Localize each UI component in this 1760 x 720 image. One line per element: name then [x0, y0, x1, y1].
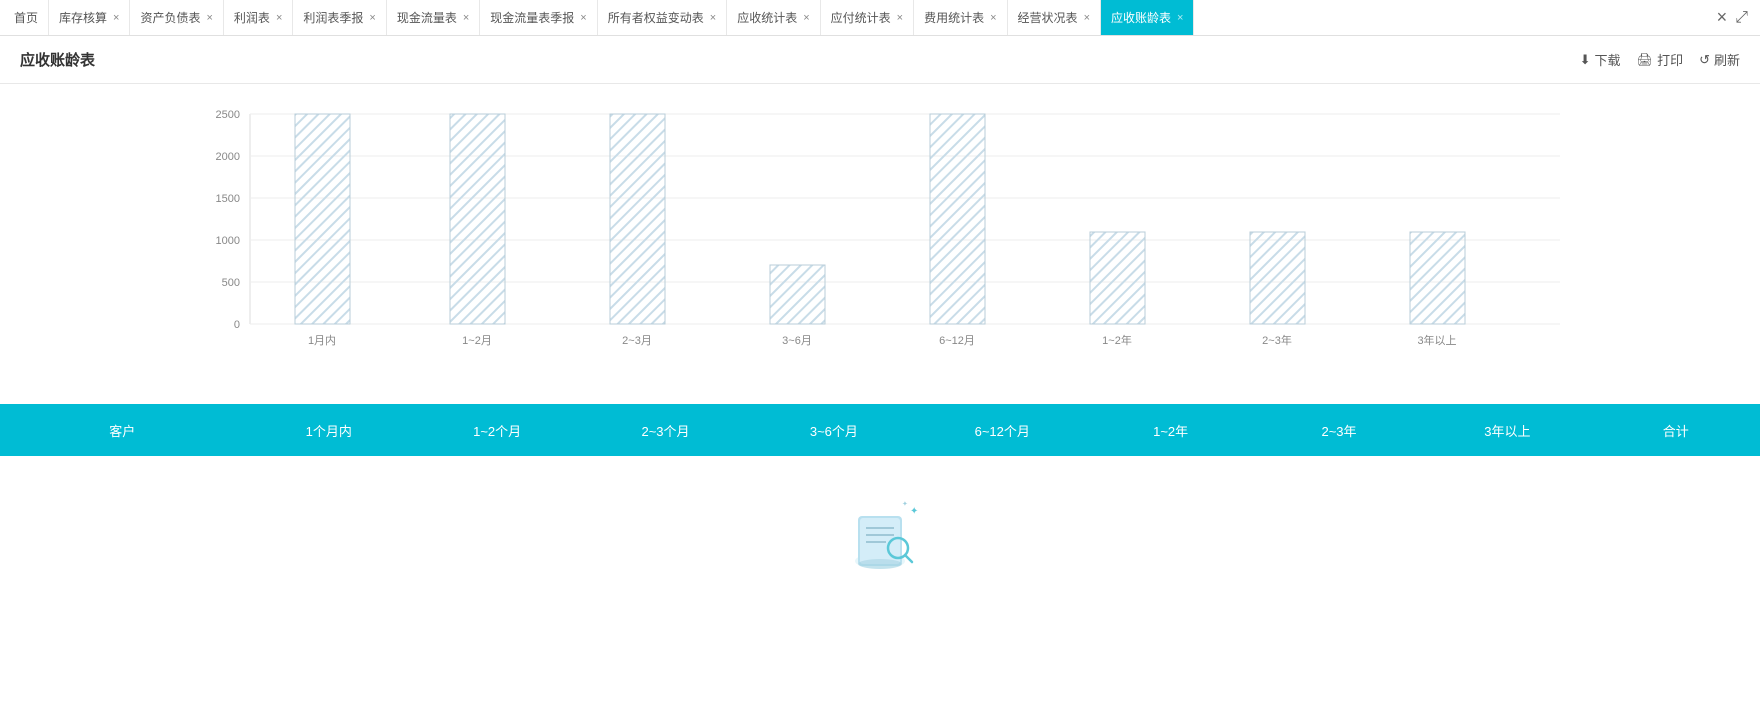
svg-text:0: 0 [234, 319, 240, 331]
svg-text:2~3年: 2~3年 [1262, 333, 1292, 347]
svg-text:1000: 1000 [216, 235, 240, 247]
refresh-button[interactable]: ↺ 刷新 [1699, 50, 1740, 69]
main-content: 0 500 1000 1500 2000 2500 1月内 [0, 84, 1760, 720]
close-tab-profit[interactable]: × [276, 12, 282, 24]
col-1-2m: 1~2个月 [413, 421, 581, 440]
svg-text:1~2月: 1~2月 [462, 335, 492, 347]
tab-home[interactable]: 首页 [4, 0, 49, 36]
header-actions: ⬇ 下载 🖨 打印 ↺ 刷新 [1580, 50, 1740, 69]
svg-text:2~3月: 2~3月 [622, 335, 652, 347]
close-tab-inventory[interactable]: × [113, 12, 119, 24]
download-button[interactable]: ⬇ 下载 [1580, 50, 1621, 69]
close-tab-profit-quarter[interactable]: × [369, 12, 375, 24]
tab-bar: 首页 库存核算 × 资产负债表 × 利润表 × 利润表季报 × 现金流量表 × … [0, 0, 1760, 36]
tab-profit-quarter[interactable]: 利润表季报 × [293, 0, 386, 36]
col-1-2y: 1~2年 [1086, 421, 1254, 440]
window-close-icon[interactable]: × [1717, 7, 1728, 28]
tab-operation[interactable]: 经营状况表 × [1008, 0, 1101, 36]
tab-balance[interactable]: 资产负债表 × [130, 0, 223, 36]
tab-ar-stat[interactable]: 应收统计表 × [727, 0, 820, 36]
page-title: 应收账龄表 [20, 49, 95, 70]
svg-text:6~12月: 6~12月 [939, 335, 975, 347]
svg-text:1500: 1500 [216, 193, 240, 205]
svg-text:1月内: 1月内 [308, 333, 336, 347]
empty-illustration: ✦ ✦ [830, 496, 930, 576]
tab-equity[interactable]: 所有者权益变动表 × [598, 0, 727, 36]
close-tab-equity[interactable]: × [710, 12, 716, 24]
window-controls: × ⤢ [1717, 7, 1756, 28]
empty-state: ✦ ✦ [0, 456, 1760, 596]
svg-text:500: 500 [222, 277, 240, 289]
col-3y-plus: 3年以上 [1423, 421, 1591, 440]
print-button[interactable]: 🖨 打印 [1637, 50, 1684, 69]
svg-text:3年以上: 3年以上 [1417, 333, 1456, 347]
col-customer: 客户 [0, 421, 245, 440]
col-1m: 1个月内 [245, 421, 413, 440]
window-maximize-icon[interactable]: ⤢ [1735, 9, 1748, 27]
tab-profit[interactable]: 利润表 × [224, 0, 293, 36]
tab-ar-aging[interactable]: 应收账龄表 × [1101, 0, 1194, 36]
table-header: 客户 1个月内 1~2个月 2~3个月 3~6个月 6~12个月 1~2年 2~… [0, 404, 1760, 456]
svg-text:1~2年: 1~2年 [1102, 333, 1132, 347]
chart-container: 0 500 1000 1500 2000 2500 1月内 [40, 104, 1720, 384]
col-2-3m: 2~3个月 [581, 421, 749, 440]
tab-inventory[interactable]: 库存核算 × [49, 0, 130, 36]
col-6-12m: 6~12个月 [918, 421, 1086, 440]
close-tab-expense-stat[interactable]: × [990, 12, 996, 24]
close-tab-ap-stat[interactable]: × [897, 12, 903, 24]
svg-text:3~6月: 3~6月 [782, 335, 812, 347]
svg-text:2000: 2000 [216, 151, 240, 163]
tab-cashflow-quarter[interactable]: 现金流量表季报 × [480, 0, 597, 36]
chart-area: 0 500 1000 1500 2000 2500 1月内 [0, 84, 1760, 404]
close-tab-balance[interactable]: × [206, 12, 212, 24]
svg-text:✦: ✦ [910, 506, 918, 517]
col-3-6m: 3~6个月 [750, 421, 918, 440]
svg-text:2500: 2500 [216, 109, 240, 121]
download-icon: ⬇ [1580, 52, 1591, 68]
close-tab-ar-aging[interactable]: × [1177, 12, 1183, 24]
col-2-3y: 2~3年 [1255, 421, 1423, 440]
bar-chart: 0 500 1000 1500 2000 2500 1月内 [40, 104, 1720, 384]
close-tab-cashflow-quarter[interactable]: × [580, 12, 586, 24]
tab-expense-stat[interactable]: 费用统计表 × [914, 0, 1007, 36]
close-tab-ar-stat[interactable]: × [803, 12, 809, 24]
print-icon: 🖨 [1637, 52, 1654, 68]
refresh-icon: ↺ [1699, 52, 1710, 68]
tab-ap-stat[interactable]: 应付统计表 × [821, 0, 914, 36]
svg-text:✦: ✦ [902, 500, 908, 508]
page-header: 应收账龄表 ⬇ 下载 🖨 打印 ↺ 刷新 [0, 36, 1760, 84]
close-tab-operation[interactable]: × [1084, 12, 1090, 24]
close-tab-cashflow[interactable]: × [463, 12, 469, 24]
tab-cashflow[interactable]: 现金流量表 × [387, 0, 480, 36]
col-total: 合计 [1592, 421, 1760, 440]
